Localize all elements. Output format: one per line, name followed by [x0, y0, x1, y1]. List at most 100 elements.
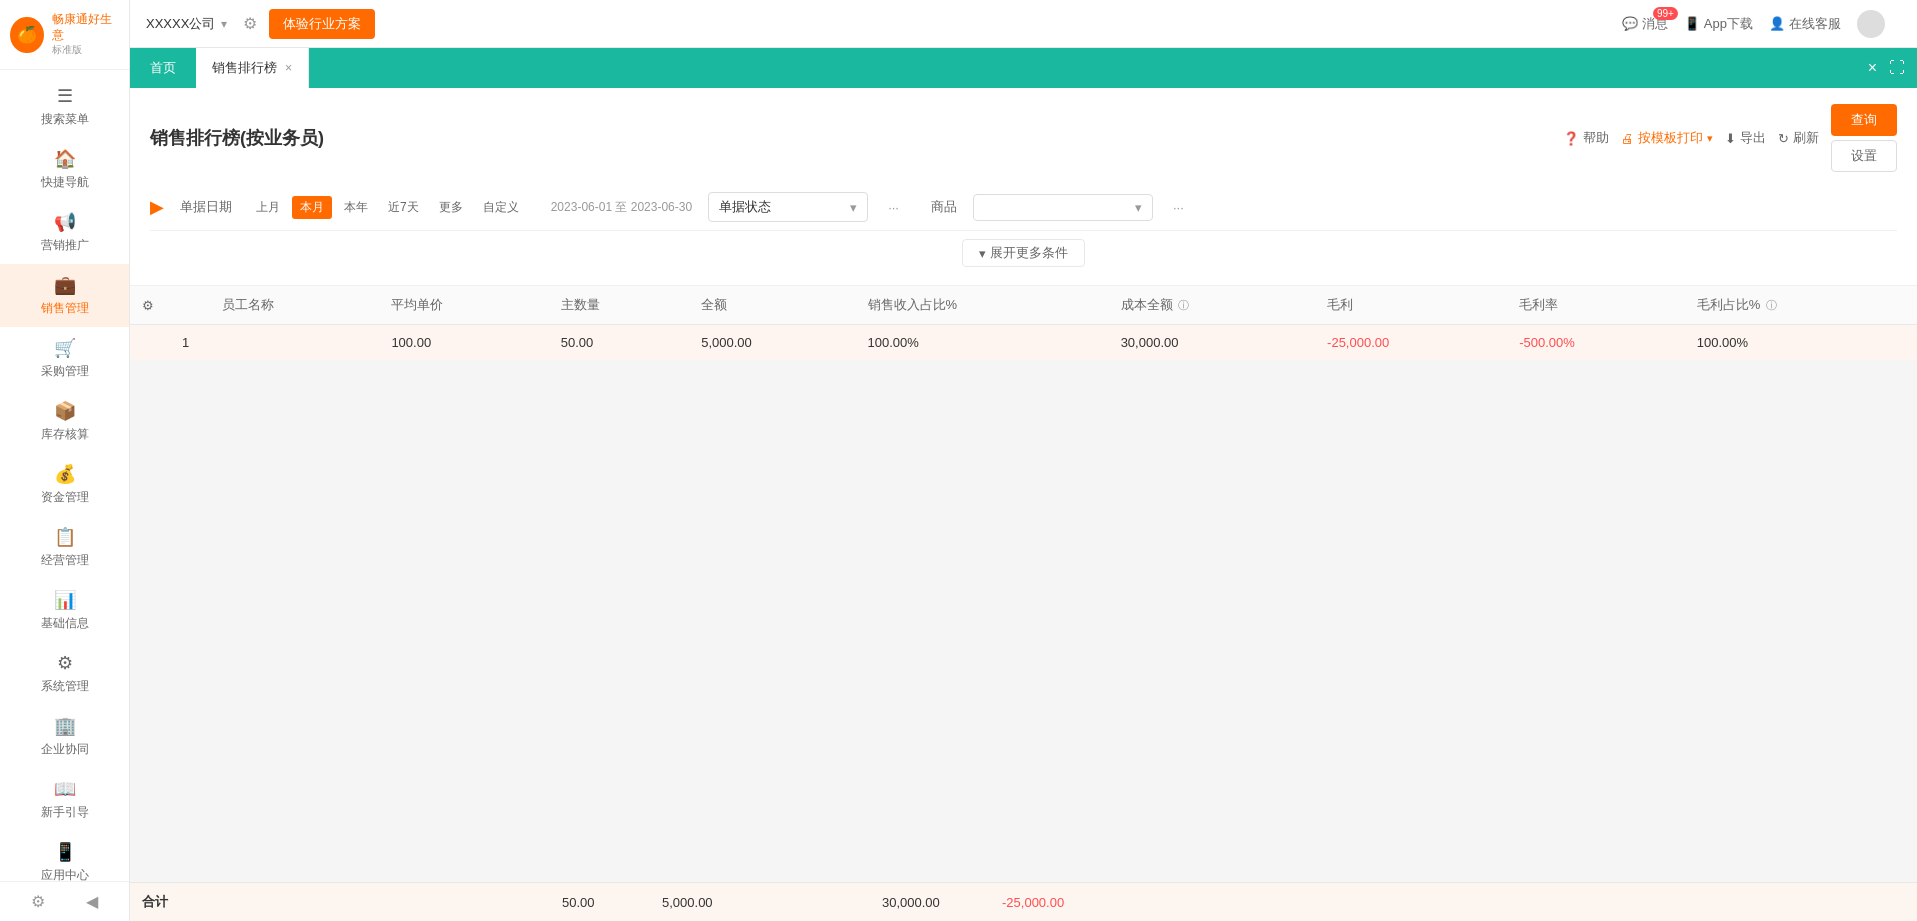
- goods-dropdown-icon: ▾: [1135, 200, 1142, 215]
- tab-minimize-icon[interactable]: ×: [1868, 59, 1877, 77]
- page-body: ⚙ 员工名称 平均单价 主数量 全额 销售收入占比% 成本全额 ⓘ: [130, 286, 1917, 921]
- tab-maximize-icon[interactable]: ⛶: [1889, 59, 1905, 77]
- date-opt-0[interactable]: 上月: [248, 196, 288, 219]
- user-avatar: [1857, 10, 1885, 38]
- sidebar-item-marketing[interactable]: 📢 营销推广: [0, 201, 129, 264]
- refresh-label: 刷新: [1793, 129, 1819, 147]
- app-center-icon: 📱: [54, 841, 76, 863]
- topbar-settings-icon[interactable]: ⚙: [243, 14, 257, 33]
- sidebar-item-basic-info[interactable]: 📊 基础信息: [0, 579, 129, 642]
- footer-profit: -25,000.00: [1002, 895, 1102, 910]
- tab-right-actions: × ⛶: [1856, 48, 1917, 88]
- online-service-btn[interactable]: 👤 在线客服: [1769, 15, 1841, 33]
- goods-filter[interactable]: ▾: [973, 194, 1153, 221]
- sidebar-item-system[interactable]: ⚙ 系统管理: [0, 642, 129, 705]
- sidebar-label-inventory: 库存核算: [41, 426, 89, 443]
- sidebar-item-guide[interactable]: 📖 新手引导: [0, 768, 129, 831]
- marketing-icon: 📢: [54, 211, 76, 233]
- date-opt-4[interactable]: 更多: [431, 196, 471, 219]
- service-label: 在线客服: [1789, 15, 1841, 33]
- sidebar-item-quick-nav[interactable]: 🏠 快捷导航: [0, 138, 129, 201]
- row-name: [210, 325, 379, 361]
- topbar-right: 💬 消息 99+ 📱 App下载 👤 在线客服: [1622, 10, 1901, 38]
- tabbar: 首页 销售排行榜 × × ⛶: [130, 48, 1917, 88]
- company-selector[interactable]: XXXXX公司 ▾: [146, 15, 227, 33]
- filter-expand-arrow[interactable]: ▶: [150, 196, 164, 218]
- date-opt-3[interactable]: 近7天: [380, 196, 427, 219]
- search-order-icon: ☰: [57, 85, 73, 107]
- query-btn[interactable]: 查询: [1831, 104, 1897, 136]
- col-amount: 全额: [689, 286, 855, 325]
- col-cost: 成本全额 ⓘ: [1109, 286, 1315, 325]
- goods-more-icon[interactable]: ···: [1173, 200, 1184, 215]
- logo-sub: 标准版: [52, 43, 119, 57]
- footer-amount: 5,000.00: [662, 895, 762, 910]
- sidebar-item-app-center[interactable]: 📱 应用中心: [0, 831, 129, 881]
- sidebar-label-finance: 资金管理: [41, 489, 89, 506]
- table-settings-icon: ⚙: [142, 298, 154, 313]
- message-icon: 💬: [1622, 16, 1638, 31]
- settings-btn[interactable]: 设置: [1831, 140, 1897, 172]
- sidebar-item-purchase[interactable]: 🛒 采购管理: [0, 327, 129, 390]
- profit-pct-info-icon[interactable]: ⓘ: [1766, 299, 1777, 311]
- sidebar: 🍊 畅康通好生意 标准版 ☰ 搜索菜单 🏠 快捷导航 📢 营销推广 💼 销售管理…: [0, 0, 130, 921]
- expand-down-icon: ▾: [979, 246, 986, 261]
- col-profit-rate: 毛利率: [1507, 286, 1685, 325]
- refresh-icon: ↻: [1778, 131, 1789, 146]
- print-btn[interactable]: 🖨 按模板打印 ▾: [1621, 129, 1713, 147]
- sidebar-label-marketing: 营销推广: [41, 237, 89, 254]
- row-profit-rate: -500.00%: [1507, 325, 1685, 361]
- tab-sales-ranking[interactable]: 销售排行榜 ×: [196, 48, 309, 88]
- topbar: XXXXX公司 ▾ ⚙ 体验行业方案 💬 消息 99+ 📱 App下载 👤 在线…: [130, 0, 1917, 48]
- tab-sales-ranking-label: 销售排行榜: [212, 59, 277, 77]
- col-profit-pct: 毛利占比% ⓘ: [1685, 286, 1917, 325]
- message-btn[interactable]: 💬 消息 99+: [1622, 15, 1668, 33]
- sidebar-collapse-icon[interactable]: ◀: [86, 892, 98, 911]
- sidebar-label-sales: 销售管理: [41, 300, 89, 317]
- logo-text: 畅康通好生意: [52, 12, 119, 43]
- logo-icon: 🍊: [10, 17, 44, 53]
- tab-close-icon[interactable]: ×: [285, 61, 292, 75]
- quick-nav-icon: 🏠: [54, 148, 76, 170]
- table-footer: 合计 50.00 5,000.00 30,000.00 -25,000.00: [130, 882, 1917, 921]
- sidebar-item-inventory[interactable]: 📦 库存核算: [0, 390, 129, 453]
- sidebar-item-search-order[interactable]: ☰ 搜索菜单: [0, 75, 129, 138]
- sidebar-item-operations[interactable]: 📋 经营管理: [0, 516, 129, 579]
- purchase-icon: 🛒: [54, 337, 76, 359]
- finance-icon: 💰: [54, 463, 76, 485]
- company-name: XXXXX公司: [146, 15, 215, 33]
- footer-cost: 30,000.00: [882, 895, 1002, 910]
- sidebar-item-cooperation[interactable]: 🏢 企业协同: [0, 705, 129, 768]
- filter-row: ▶ 单据日期 上月本月本年近7天更多自定义 2023-06-01 至 2023-…: [150, 184, 1897, 230]
- export-btn[interactable]: ⬇ 导出: [1725, 129, 1766, 147]
- sidebar-label-guide: 新手引导: [41, 804, 89, 821]
- app-download-btn[interactable]: 📱 App下载: [1684, 15, 1753, 33]
- date-opt-1[interactable]: 本月: [292, 196, 332, 219]
- help-btn[interactable]: ❓ 帮助: [1563, 129, 1609, 147]
- expand-conditions-btn[interactable]: ▾ 展开更多条件: [962, 239, 1085, 267]
- sidebar-label-operations: 经营管理: [41, 552, 89, 569]
- date-range-display: 2023-06-01 至 2023-06-30: [551, 199, 692, 216]
- sidebar-settings-icon[interactable]: ⚙: [31, 892, 45, 911]
- tab-home[interactable]: 首页: [130, 48, 196, 88]
- status-dropdown-icon: ▾: [850, 200, 857, 215]
- sidebar-item-finance[interactable]: 💰 资金管理: [0, 453, 129, 516]
- row-rank: 1: [170, 325, 210, 361]
- status-filter[interactable]: 单据状态 ▾: [708, 192, 868, 222]
- cost-info-icon[interactable]: ⓘ: [1178, 299, 1189, 311]
- row-profit-pct: 100.00%: [1685, 325, 1917, 361]
- date-opt-5[interactable]: 自定义: [475, 196, 527, 219]
- col-rank: [170, 286, 210, 325]
- sidebar-label-purchase: 采购管理: [41, 363, 89, 380]
- filter-more-icon[interactable]: ···: [888, 200, 899, 215]
- col-avg-price: 平均单价: [379, 286, 548, 325]
- col-settings[interactable]: ⚙: [130, 286, 170, 325]
- trial-btn[interactable]: 体验行业方案: [269, 9, 375, 39]
- row-avg-price: 100.00: [379, 325, 548, 361]
- date-opt-2[interactable]: 本年: [336, 196, 376, 219]
- status-filter-label: 单据状态: [719, 198, 771, 216]
- refresh-btn[interactable]: ↻ 刷新: [1778, 129, 1819, 147]
- sidebar-item-sales[interactable]: 💼 销售管理: [0, 264, 129, 327]
- print-dropdown-icon: ▾: [1707, 132, 1713, 145]
- row-cost: 30,000.00: [1109, 325, 1315, 361]
